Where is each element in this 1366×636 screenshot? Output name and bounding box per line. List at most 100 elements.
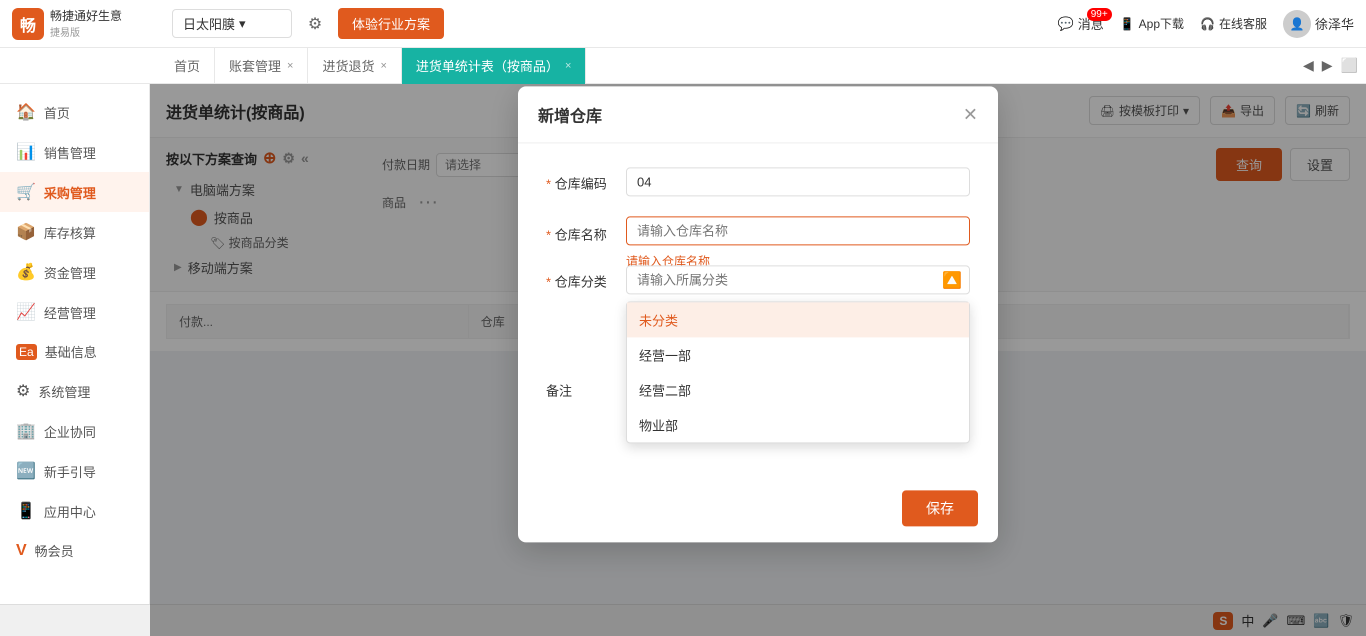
sidebar-item-inventory[interactable]: 📦 库存核算 — [0, 212, 149, 252]
purchase-icon: 🛒 — [16, 182, 36, 202]
app-download-button[interactable]: 📱 App下载 — [1120, 15, 1184, 32]
system-icon: ⚙ — [16, 381, 30, 401]
sales-icon: 📊 — [16, 142, 36, 162]
note-label: 备注 — [546, 374, 626, 399]
apps-icon: 📱 — [16, 501, 36, 521]
category-dropdown-arrow[interactable]: 🔼 — [942, 270, 962, 290]
tab-accounts[interactable]: 账套管理 × — [215, 48, 308, 84]
topbar-middle: 日太阳膜 ▾ ⚙ 体验行业方案 — [172, 8, 1048, 39]
code-label: * 仓库编码 — [546, 167, 626, 192]
logo-text: 畅捷通好生意 — [50, 8, 122, 25]
store-dropdown-arrow: ▾ — [239, 16, 246, 32]
tabbar: 首页 账套管理 × 进货退货 × 进货单统计表（按商品） × ◀ ▶ ⬜ — [0, 48, 1366, 84]
avatar: 👤 — [1283, 10, 1311, 38]
sidebar-label-apps: 应用中心 — [44, 502, 96, 521]
sidebar-label-system: 系统管理 — [38, 382, 90, 401]
sidebar-item-finance[interactable]: 💰 资金管理 — [0, 252, 149, 292]
save-button[interactable]: 保存 — [902, 490, 978, 526]
sidebar-item-vip[interactable]: V 畅会员 — [0, 531, 149, 570]
sidebar-item-guide[interactable]: 🆕 新手引导 — [0, 451, 149, 491]
sidebar-item-sales[interactable]: 📊 销售管理 — [0, 132, 149, 172]
tab-purchase-stat[interactable]: 进货单统计表（按商品） × — [402, 48, 586, 84]
tab-prev-button[interactable]: ◀ — [1303, 57, 1314, 74]
dropdown-item-dept2[interactable]: 经营二部 — [627, 372, 969, 407]
tab-purchase-stat-close[interactable]: × — [565, 60, 571, 72]
enterprise-icon: 🏢 — [16, 421, 36, 441]
sidebar-label-home: 首页 — [44, 103, 70, 122]
sidebar-label-base: 基础信息 — [45, 342, 97, 361]
tab-home-label: 首页 — [174, 56, 200, 75]
username: 徐泽华 — [1315, 14, 1354, 33]
sidebar-label-guide: 新手引导 — [44, 462, 96, 481]
new-warehouse-modal: 新增仓库 ✕ * 仓库编码 * 仓库名称 — [518, 86, 998, 542]
form-row-category: * 仓库分类 🔼 未分类 经营一部 经营二部 物业部 — [546, 265, 970, 294]
tab-accounts-close[interactable]: × — [287, 60, 293, 72]
base-icon: Ea — [16, 344, 37, 360]
sidebar-item-operations[interactable]: 📈 经营管理 — [0, 292, 149, 332]
inventory-icon: 📦 — [16, 222, 36, 242]
required-name: * — [546, 227, 551, 242]
message-icon: 💬 — [1058, 16, 1074, 32]
app-download-icon: 📱 — [1120, 17, 1135, 31]
vip-icon: V — [16, 542, 27, 560]
code-input[interactable] — [626, 167, 970, 196]
sidebar-item-apps[interactable]: 📱 应用中心 — [0, 491, 149, 531]
guide-icon: 🆕 — [16, 461, 36, 481]
logo-text-block: 畅捷通好生意 捷易版 — [50, 8, 122, 40]
gear-button[interactable]: ⚙ — [300, 9, 330, 39]
topbar: 畅 畅捷通好生意 捷易版 日太阳膜 ▾ ⚙ 体验行业方案 💬 消息 99+ 📱 … — [0, 0, 1366, 48]
message-badge: 99+ — [1087, 8, 1112, 21]
form-row-name: * 仓库名称 请输入仓库名称 — [546, 216, 970, 245]
sidebar-label-inventory: 库存核算 — [44, 223, 96, 242]
name-input[interactable] — [626, 216, 970, 245]
online-service-label: 在线客服 — [1219, 15, 1267, 32]
sidebar-item-home[interactable]: 🏠 首页 — [0, 92, 149, 132]
dropdown-item-dept3[interactable]: 物业部 — [627, 407, 969, 442]
user-button[interactable]: 👤 徐泽华 — [1283, 10, 1354, 38]
logo-sub: 捷易版 — [50, 24, 122, 39]
modal-title: 新增仓库 — [538, 102, 602, 126]
sidebar-item-base[interactable]: Ea 基础信息 — [0, 332, 149, 371]
sidebar-item-enterprise[interactable]: 🏢 企业协同 — [0, 411, 149, 451]
sidebar-label-sales: 销售管理 — [44, 143, 96, 162]
required-code: * — [546, 176, 551, 191]
sidebar: 🏠 首页 📊 销售管理 🛒 采购管理 📦 库存核算 💰 资金管理 📈 经营管理 … — [0, 84, 150, 636]
app-download-label: App下载 — [1139, 15, 1184, 32]
sidebar-label-enterprise: 企业协同 — [44, 422, 96, 441]
sidebar-label-finance: 资金管理 — [44, 263, 96, 282]
name-label: * 仓库名称 — [546, 218, 626, 243]
modal-footer: 保存 — [518, 478, 998, 542]
dropdown-item-dept1[interactable]: 经营一部 — [627, 337, 969, 372]
online-service-button[interactable]: 🎧 在线客服 — [1200, 15, 1267, 32]
main-layout: 🏠 首页 📊 销售管理 🛒 采购管理 📦 库存核算 💰 资金管理 📈 经营管理 … — [0, 84, 1366, 636]
tab-actions: ◀ ▶ ⬜ — [1303, 57, 1366, 74]
category-select-wrap: 🔼 未分类 经营一部 经营二部 物业部 — [626, 265, 970, 294]
store-select[interactable]: 日太阳膜 ▾ — [172, 9, 292, 38]
logo-area: 畅 畅捷通好生意 捷易版 — [12, 8, 162, 40]
form-row-code: * 仓库编码 — [546, 167, 970, 196]
modal-body: * 仓库编码 * 仓库名称 请输入仓库名称 — [518, 143, 998, 478]
sidebar-item-system[interactable]: ⚙ 系统管理 — [0, 371, 149, 411]
sidebar-label-vip: 畅会员 — [35, 541, 74, 560]
tab-expand-button[interactable]: ⬜ — [1341, 57, 1358, 74]
trial-button[interactable]: 体验行业方案 — [338, 8, 444, 39]
logo-icon: 畅 — [12, 8, 44, 40]
content-area: 进货单统计(按商品) 🖨 按模板打印 ▾ 📤 导出 🔄 刷新 — [150, 84, 1366, 636]
dropdown-item-none[interactable]: 未分类 — [627, 302, 969, 337]
tab-purchase-return-label: 进货退货 — [322, 56, 374, 75]
operations-icon: 📈 — [16, 302, 36, 322]
tab-purchase-return[interactable]: 进货退货 × — [308, 48, 401, 84]
sidebar-item-purchase[interactable]: 🛒 采购管理 — [0, 172, 149, 212]
sidebar-label-purchase: 采购管理 — [44, 183, 96, 202]
modal-close-button[interactable]: ✕ — [963, 104, 978, 125]
tab-purchase-return-close[interactable]: × — [380, 60, 386, 72]
message-button[interactable]: 💬 消息 99+ — [1058, 14, 1104, 33]
required-cat: * — [546, 274, 551, 289]
tab-home[interactable]: 首页 — [160, 48, 215, 84]
sidebar-label-operations: 经营管理 — [44, 303, 96, 322]
tab-next-button[interactable]: ▶ — [1322, 57, 1333, 74]
tab-accounts-label: 账套管理 — [229, 56, 281, 75]
finance-icon: 💰 — [16, 262, 36, 282]
category-input[interactable] — [626, 265, 970, 294]
store-name: 日太阳膜 — [183, 14, 235, 33]
